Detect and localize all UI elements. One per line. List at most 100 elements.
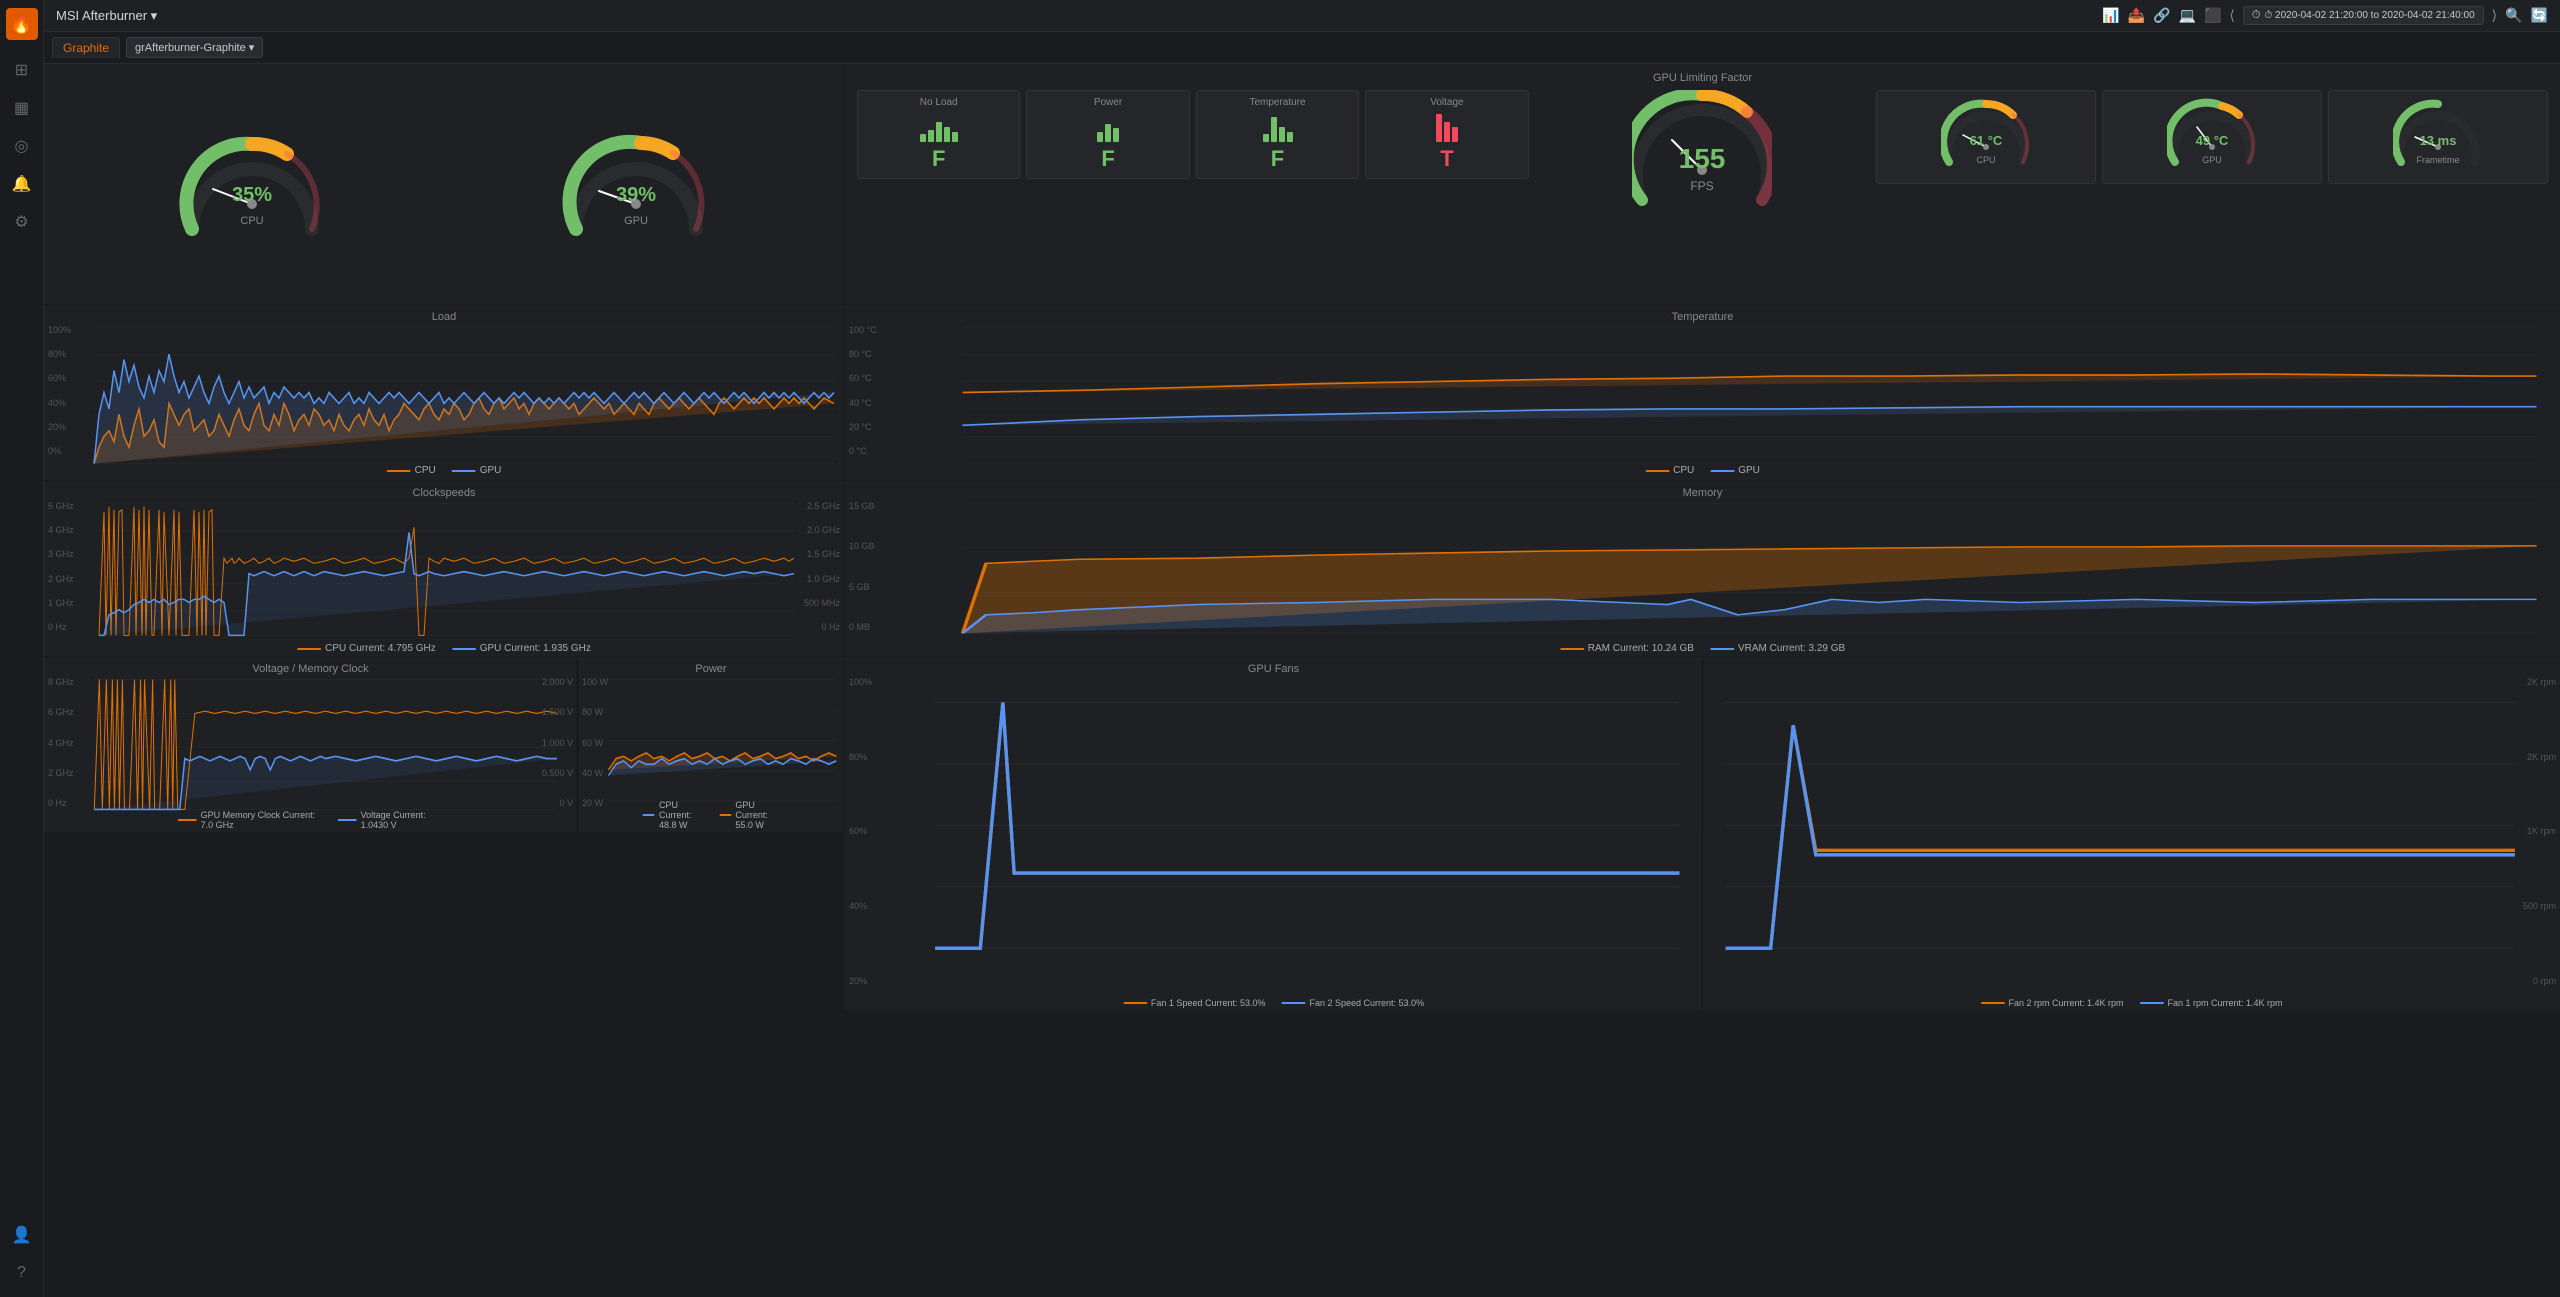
breadcrumb-bar: Graphite grAfterburner-Graphite ▾ [44, 32, 2560, 64]
voltage-chart-title: Voltage / Memory Clock [44, 663, 577, 675]
svg-text:GPU: GPU [624, 215, 648, 227]
clock-y-axis-left: 5 GHz 4 GHz 3 GHz 2 GHz 1 GHz 0 Hz [48, 501, 74, 632]
memory-chart-panel: Memory 15 GB 10 GB 5 GB 0 MB RA [845, 481, 2560, 656]
fans-chart-title: GPU Fans [845, 663, 1702, 675]
cpu-gauge-svg: 35% CPU [177, 129, 327, 239]
gpu-gauge-svg: 39% GPU [561, 129, 711, 239]
power-chart-panel: Power 100 W 80 W 60 W 40 W 20 W [578, 657, 844, 832]
link-icon[interactable]: 🔗 [2153, 7, 2170, 24]
limiting-voltage: Voltage T [1365, 90, 1528, 179]
temp-y-axis: 100 °C 80 °C 60 °C 40 °C 20 °C 0 °C [849, 325, 877, 456]
bell-icon[interactable]: 🔔 [6, 168, 38, 200]
power-chart-title: Power [578, 663, 844, 675]
app-logo: 🔥 [6, 8, 38, 40]
power-y-axis: 100 W 80 W 60 W 40 W 20 W [582, 677, 608, 808]
cpu-temp-gauge-svg: 61 °C CPU [1941, 97, 2031, 177]
voltage-y-axis-right: 2.000 V 1.500 V 1.000 V 0.500 V 0 V [542, 677, 573, 808]
chart-icon[interactable]: 📊 [2102, 7, 2119, 24]
voltage-clock-panel: Voltage / Memory Clock 8 GHz 6 GHz 4 GHz… [44, 657, 577, 832]
ram-current: RAM Current: 10.24 GB [1588, 643, 1694, 654]
clock-gpu-current: GPU Current: 1.935 GHz [480, 643, 591, 654]
fps-gauge-svg: 155 FPS [1632, 90, 1772, 230]
temperature-chart-panel: Temperature 100 °C 80 °C 60 °C 40 °C 20 … [845, 305, 2560, 480]
gpu-fans-rpm-panel: 2K rpm 2K rpm 1K rpm 500 rpm 0 rpm [1703, 657, 2560, 1010]
refresh-icon[interactable]: 🔄 [2531, 7, 2548, 24]
svg-text:13 ms: 13 ms [2420, 133, 2457, 148]
clock-icon: ⏱ [2252, 9, 2261, 22]
voltage-chart-svg [44, 657, 577, 832]
temperature-legend: CPU GPU [1645, 465, 1760, 476]
voltage-bars [1436, 112, 1458, 142]
no-load-bars [920, 112, 958, 142]
main-area: MSI Afterburner ▾ 📊 📤 🔗 💻 ⬛ ⟨ ⏱ ⏱ 2020-0… [44, 0, 2560, 1297]
clock-cpu-current: CPU Current: 4.795 GHz [325, 643, 436, 654]
next-icon[interactable]: ⟩ [2492, 7, 2497, 24]
gpu-gauge-container: 39% GPU [561, 129, 711, 239]
clockspeed-chart-svg [44, 481, 844, 656]
limiting-no-load: No Load F [857, 90, 1020, 179]
prev-icon[interactable]: ⟨ [2229, 7, 2234, 24]
power-legend: CPU Current: 48.8 W GPU Current: 55.0 W [643, 800, 780, 830]
cpu-temp-gauge: 61 °C CPU [1876, 90, 2096, 184]
circle-icon[interactable]: ◎ [6, 130, 38, 162]
clockspeed-chart-title: Clockspeeds [44, 487, 844, 499]
svg-text:61 °C: 61 °C [1970, 133, 2003, 148]
time-range-picker[interactable]: ⏱ ⏱ 2020-04-02 21:20:00 to 2020-04-02 21… [2243, 6, 2484, 25]
dashboard-selector[interactable]: grAfterburner-Graphite ▾ [126, 37, 263, 58]
clockspeed-legend: CPU Current: 4.795 GHz GPU Current: 1.93… [297, 643, 591, 654]
memory-chart-title: Memory [845, 487, 2560, 499]
vram-current: VRAM Current: 3.29 GB [1738, 643, 1845, 654]
clockspeed-chart-panel: Clockspeeds 5 GHz 4 GHz 3 GHz 2 GHz 1 GH… [44, 481, 844, 656]
temp-bars [1263, 112, 1293, 142]
temperature-chart-svg [845, 305, 2560, 480]
legend-clock-gpu: GPU Current: 1.935 GHz [452, 643, 591, 654]
clock-y-axis-right: 2.5 GHz 2.0 GHz 1.5 GHz 1.0 GHz 500 MHz … [804, 501, 840, 632]
dashboard-icon[interactable]: ▦ [6, 92, 38, 124]
home-icon[interactable]: ⊞ [6, 54, 38, 86]
legend-ram: RAM Current: 10.24 GB [1560, 643, 1694, 654]
zoom-icon[interactable]: 🔍 [2505, 7, 2522, 24]
frametime-gauge-svg: 13 ms Frametime [2393, 97, 2483, 177]
limiting-power: Power F [1026, 90, 1189, 179]
load-chart-title: Load [44, 311, 844, 323]
top-bar-actions: 📊 📤 🔗 💻 ⬛ ⟨ ⏱ ⏱ 2020-04-02 21:20:00 to 2… [2102, 6, 2548, 25]
fullscreen-icon[interactable]: ⬛ [2204, 7, 2221, 24]
share-icon[interactable]: 📤 [2128, 7, 2145, 24]
memory-legend: RAM Current: 10.24 GB VRAM Current: 3.29… [1560, 643, 1845, 654]
cpu-gauge-container: 35% CPU [177, 129, 327, 239]
user-icon[interactable]: 👤 [6, 1219, 38, 1251]
svg-text:CPU: CPU [1977, 155, 1996, 165]
svg-text:GPU: GPU [2202, 155, 2222, 165]
legend-temp-cpu: CPU [1645, 465, 1694, 476]
gpu-fans-percent-panel: GPU Fans 100% 80% 60% 40% 20% [845, 657, 1702, 1010]
voltage-legend: GPU Memory Clock Current: 7.0 GHz Voltag… [177, 810, 444, 830]
limiting-temperature: Temperature F [1196, 90, 1359, 179]
bottom-left-panels: Voltage / Memory Clock 8 GHz 6 GHz 4 GHz… [44, 657, 844, 832]
bottom-right-panels: GPU Fans 100% 80% 60% 40% 20% [845, 657, 2560, 832]
fans-y-axis-left: 100% 80% 60% 40% 20% [849, 677, 872, 986]
gpu-temp-gauge: 49 °C GPU [2102, 90, 2322, 184]
gpu-limiting-title: GPU Limiting Factor [857, 72, 2548, 84]
fans-y-axis-right: 2K rpm 2K rpm 1K rpm 500 rpm 0 rpm [2523, 677, 2556, 986]
gpu-temp-gauge-svg: 49 °C GPU [2167, 97, 2257, 177]
load-chart-legend: CPU GPU [387, 465, 502, 476]
legend-cpu: CPU [387, 465, 436, 476]
gauges-panel: 35% CPU 39% GPU [44, 64, 844, 304]
gear-icon[interactable]: ⚙ [6, 206, 38, 238]
legend-clock-cpu: CPU Current: 4.795 GHz [297, 643, 436, 654]
left-navigation: 🔥 ⊞ ▦ ◎ 🔔 ⚙ 👤 ? [0, 0, 44, 1297]
load-chart-panel: Load 100% 80% 60% 40% 20% 0% [44, 305, 844, 480]
help-icon[interactable]: ? [6, 1257, 38, 1289]
fps-gauge-container: 155 FPS [1535, 90, 1871, 230]
svg-text:39%: 39% [616, 184, 656, 206]
time-range-value: ⏱ 2020-04-02 21:20:00 to 2020-04-02 21:4… [2264, 10, 2474, 21]
frametime-gauge: 13 ms Frametime [2328, 90, 2548, 184]
legend-vram: VRAM Current: 3.29 GB [1710, 643, 1845, 654]
svg-text:Frametime: Frametime [2417, 155, 2460, 165]
fans-rpm-legend: Fan 2 rpm Current: 1.4K rpm Fan 1 rpm Cu… [1980, 998, 2282, 1008]
top-bar: MSI Afterburner ▾ 📊 📤 🔗 💻 ⬛ ⟨ ⏱ ⏱ 2020-0… [44, 0, 2560, 32]
voltage-y-axis-left: 8 GHz 6 GHz 4 GHz 2 GHz 0 Hz [48, 677, 74, 808]
graphite-tab[interactable]: Graphite [52, 37, 120, 58]
app-title[interactable]: MSI Afterburner ▾ [56, 8, 157, 24]
monitor-icon[interactable]: 💻 [2179, 7, 2196, 24]
